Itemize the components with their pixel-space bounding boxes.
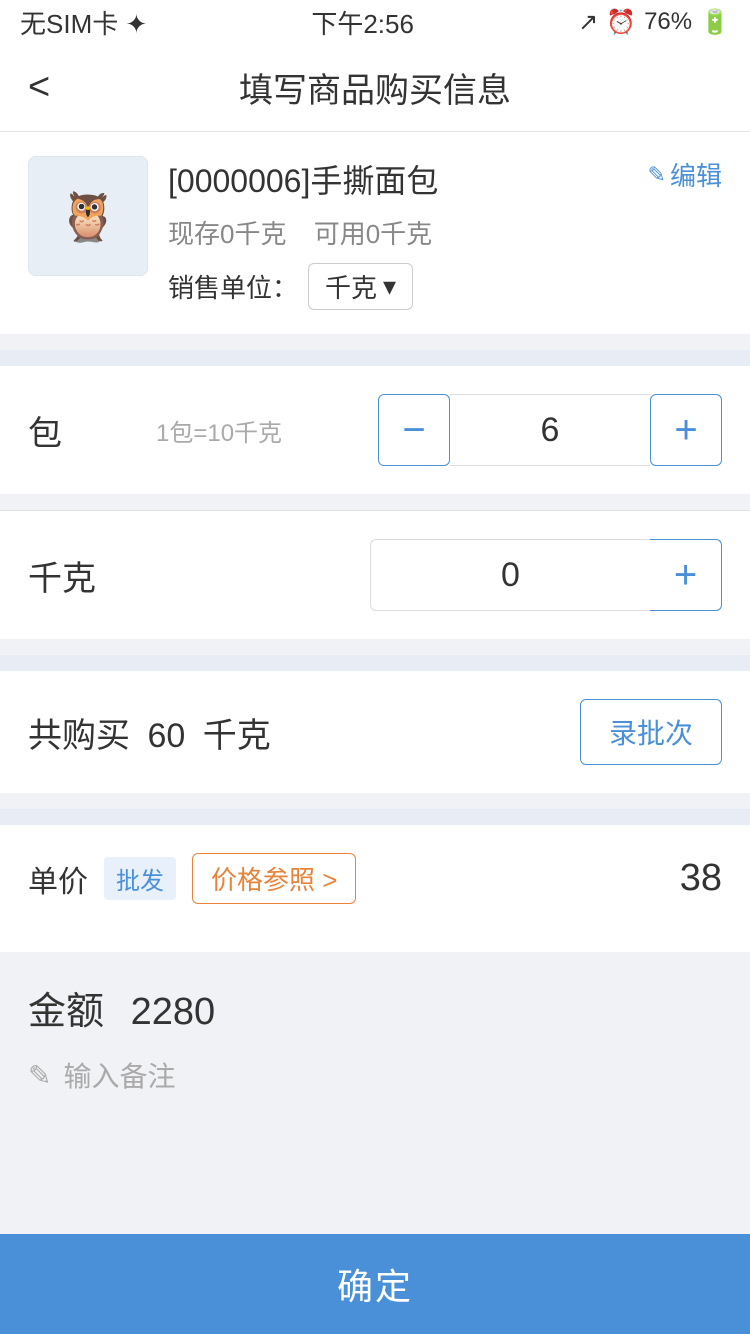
price-section: 单价 批发 价格参照 > 38 <box>0 825 750 952</box>
product-stock: 现存0千克 可用0千克 <box>168 214 722 251</box>
total-section: 共购买 60 千克 录批次 <box>0 671 750 793</box>
bao-decrement-button[interactable]: − <box>378 394 450 466</box>
remark-row[interactable]: ✎ 输入备注 <box>28 1055 722 1095</box>
edit-button[interactable]: ✎ 编辑 <box>648 156 722 193</box>
separator-3 <box>0 655 750 671</box>
price-label: 单价 <box>28 857 88 901</box>
kg-quantity-control: + <box>370 539 722 611</box>
sim-status: 无SIM卡 ✦ <box>20 4 147 41</box>
total-suffix: 千克 <box>203 717 271 755</box>
unit-value: 千克 <box>325 268 377 305</box>
separator-4 <box>0 809 750 825</box>
amount-label: 金额 <box>28 991 104 1033</box>
bao-quantity-input[interactable] <box>450 394 650 466</box>
product-image: 🦉 <box>28 156 148 276</box>
total-amount: 60 <box>147 717 185 755</box>
product-unit-row: 销售单位： 千克 ▾ <box>168 263 722 310</box>
product-card: 🦉 [0000006]手撕面包 ✎ 编辑 现存0千克 可用0千克 销售单位： 千… <box>0 132 750 334</box>
amount-section: 金额 2280 ✎ 输入备注 <box>0 952 750 1123</box>
battery-percent: 76% <box>644 8 692 36</box>
unit-label: 销售单位： <box>168 268 298 305</box>
kg-quantity-input[interactable] <box>370 539 650 611</box>
status-bar-left: 无SIM卡 ✦ <box>20 4 147 41</box>
edit-icon: ✎ <box>648 162 666 188</box>
kg-input-row: 千克 + <box>28 511 722 639</box>
bao-label: 包 <box>28 406 148 455</box>
bao-input-row: 包 1包=10千克 − + <box>28 366 722 494</box>
remark-placeholder[interactable]: 输入备注 <box>63 1055 175 1095</box>
pencil-icon: ✎ <box>28 1059 51 1092</box>
stock-value: 现存0千克 <box>168 219 286 249</box>
price-value: 38 <box>680 857 722 900</box>
price-row: 单价 批发 价格参照 > 38 <box>28 853 722 904</box>
bottom-spacer <box>0 1123 750 1223</box>
bao-increment-button[interactable]: + <box>650 394 722 466</box>
page-title: 填写商品购买信息 <box>239 63 511 112</box>
kg-input-section: 千克 + <box>0 511 750 639</box>
bao-quantity-control: − + <box>378 394 722 466</box>
dropdown-icon: ▾ <box>383 271 396 302</box>
status-bar: 无SIM卡 ✦ 下午2:56 ↗ ⏰ 76% 🔋 <box>0 0 750 44</box>
product-thumbnail: 🦉 <box>58 188 118 245</box>
back-button[interactable]: < <box>28 66 50 109</box>
available-value: 可用0千克 <box>314 219 432 249</box>
amount-value: 2280 <box>131 991 216 1033</box>
price-type-tag: 批发 <box>104 857 176 900</box>
total-text: 共购买 60 千克 <box>28 708 271 757</box>
unit-dropdown[interactable]: 千克 ▾ <box>308 263 413 310</box>
product-name: [0000006]手撕面包 <box>168 156 438 202</box>
edit-label: 编辑 <box>670 156 722 193</box>
nav-bar: < 填写商品购买信息 <box>0 44 750 132</box>
bao-label-group: 包 1包=10千克 <box>28 406 282 455</box>
confirm-bar[interactable]: 确定 <box>0 1234 750 1334</box>
kg-label: 千克 <box>28 551 148 600</box>
kg-label-group: 千克 <box>28 551 148 600</box>
amount-row: 金额 2280 <box>28 980 722 1035</box>
kg-increment-button[interactable]: + <box>650 539 722 611</box>
alarm-icon: ⏰ <box>606 8 636 37</box>
bao-hint: 1包=10千克 <box>156 413 282 448</box>
price-reference-button[interactable]: 价格参照 > <box>192 853 356 904</box>
bao-input-section: 包 1包=10千克 − + <box>0 366 750 494</box>
battery-icon: 🔋 <box>700 8 730 37</box>
total-prefix: 共购买 <box>28 717 130 755</box>
confirm-button[interactable]: 确定 <box>337 1258 413 1310</box>
product-info: [0000006]手撕面包 ✎ 编辑 现存0千克 可用0千克 销售单位： 千克 … <box>168 156 722 310</box>
status-bar-time: 下午2:56 <box>311 4 414 41</box>
separator-1 <box>0 350 750 366</box>
batch-button[interactable]: 录批次 <box>580 699 722 765</box>
location-icon: ↗ <box>578 8 598 37</box>
status-bar-right: ↗ ⏰ 76% 🔋 <box>578 8 730 37</box>
